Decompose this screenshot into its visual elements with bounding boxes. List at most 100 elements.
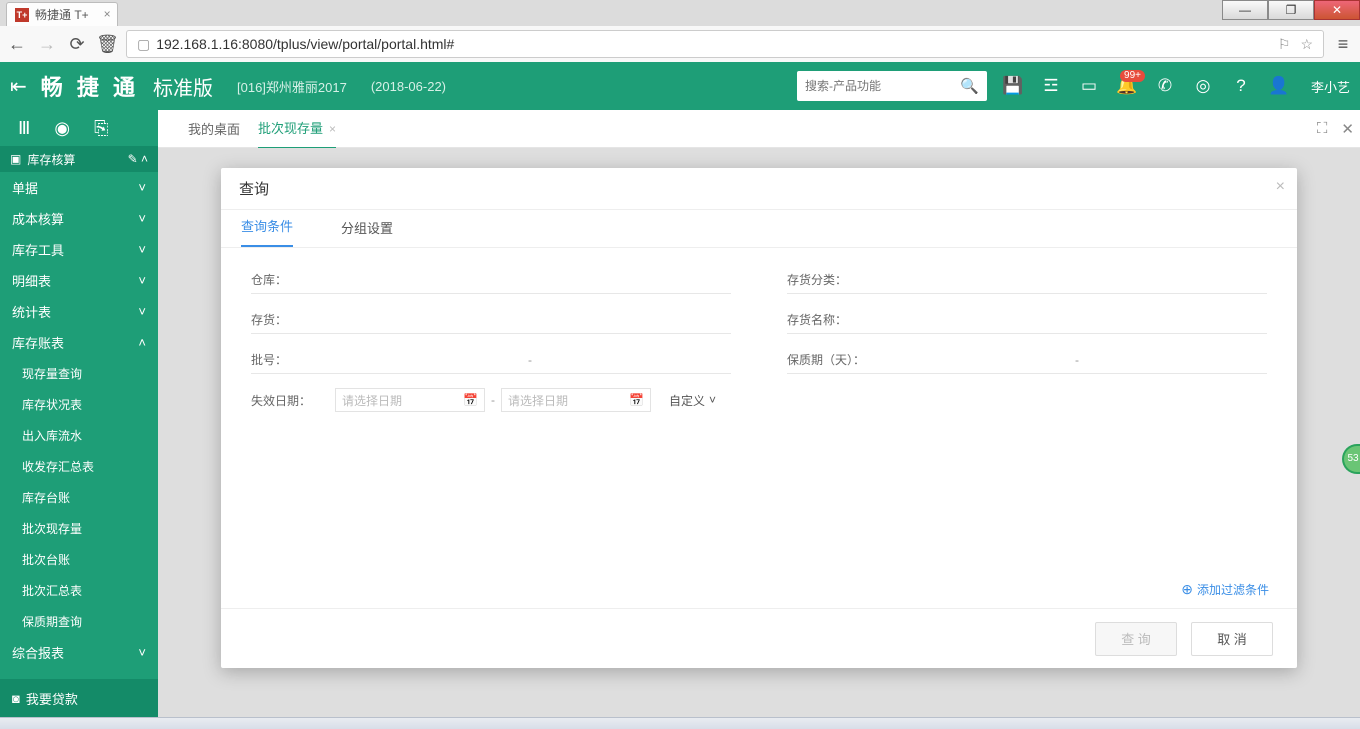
field-inv-class[interactable]: 存货分类： bbox=[787, 266, 1267, 294]
chevron-down-icon: ˅ bbox=[138, 242, 146, 257]
browser-chrome: T+ 畅捷通 T+ × — ❐ ✕ ← → ⟳ 🗑 ▢ 192.168.1.16… bbox=[0, 0, 1360, 62]
app-header: ⇤ 畅 捷 通 标准版 [016]郑州雅丽2017 (2018-06-22) 🔍… bbox=[0, 62, 1360, 110]
query-modal: 查询 × 查询条件 分组设置 仓库： 存货分类： 存货： 存货名称： 批号：- … bbox=[221, 168, 1297, 668]
sidebar-breadcrumb[interactable]: ▣ 库存核算 ✎ ˄ bbox=[0, 146, 158, 172]
notification-icon[interactable]: 🔔99+ bbox=[1115, 76, 1139, 96]
url-input[interactable]: ▢ 192.168.1.16:8080/tplus/view/portal/po… bbox=[126, 30, 1324, 58]
field-inventory[interactable]: 存货： bbox=[251, 306, 731, 334]
calendar-icon: 📅 bbox=[629, 393, 644, 407]
sidebar-sub-receive-summary[interactable]: 收发存汇总表 bbox=[0, 451, 158, 482]
star-icon[interactable]: ☆ bbox=[1300, 36, 1313, 53]
sidebar-item-stats[interactable]: 统计表˅ bbox=[0, 296, 158, 327]
page-icon: ▢ bbox=[137, 36, 150, 53]
modal-tabs: 查询条件 分组设置 bbox=[221, 210, 1297, 248]
sidebar-tool-columns-icon[interactable]: Ⅲ bbox=[18, 118, 30, 139]
tab-title: 畅捷通 T+ bbox=[35, 6, 89, 23]
sidebar-sub-in-out-flow[interactable]: 出入库流水 bbox=[0, 420, 158, 451]
search-input[interactable] bbox=[805, 79, 960, 93]
sidebar-sub-batch-ledger[interactable]: 批次台账 bbox=[0, 544, 158, 575]
plus-circle-icon: ⊕ bbox=[1181, 581, 1193, 598]
edition-label: 标准版 bbox=[153, 72, 213, 101]
bookmark-tag-icon[interactable]: ⚐ bbox=[1278, 36, 1291, 53]
sidebar: Ⅲ ◉ ⎘ ▣ 库存核算 ✎ ˄ 单据˅ 成本核算˅ 库存工具˅ 明细表˅ 统计… bbox=[0, 110, 158, 717]
header-date: (2018-06-22) bbox=[371, 79, 446, 94]
nav-reload-icon[interactable]: ⟳ bbox=[66, 34, 88, 55]
date-range-select[interactable]: 自定义˅ bbox=[669, 392, 716, 409]
menu-icon[interactable]: ≡ bbox=[1332, 34, 1354, 55]
modal-tab-conditions[interactable]: 查询条件 bbox=[241, 216, 293, 247]
search-box[interactable]: 🔍 bbox=[797, 71, 987, 101]
org-label: [016]郑州雅丽2017 bbox=[237, 77, 347, 96]
chevron-up-icon: ˄ bbox=[138, 335, 146, 350]
sidebar-sub-current-qty[interactable]: 现存量查询 bbox=[0, 358, 158, 389]
field-shelf-life[interactable]: 保质期（天）：- bbox=[787, 346, 1267, 374]
search-icon[interactable]: 🔍 bbox=[960, 77, 979, 95]
sidebar-item-reports[interactable]: 综合报表˅ bbox=[0, 637, 158, 668]
add-filter-button[interactable]: ⊕ 添加过滤条件 bbox=[1181, 581, 1269, 598]
page-tab-desktop[interactable]: 我的桌面 bbox=[188, 109, 240, 148]
sidebar-toolbar: Ⅲ ◉ ⎘ bbox=[0, 110, 158, 146]
window-restore-button[interactable]: ❐ bbox=[1268, 0, 1314, 20]
chevron-down-icon: ˅ bbox=[709, 393, 716, 407]
fullscreen-icon[interactable]: ⛶ bbox=[1317, 120, 1328, 137]
window-minimize-button[interactable]: — bbox=[1222, 0, 1268, 20]
modal-body: 仓库： 存货分类： 存货： 存货名称： 批号：- 保质期（天）：- 失效日期： … bbox=[221, 248, 1297, 608]
sidebar-sub-shelf-life[interactable]: 保质期查询 bbox=[0, 606, 158, 637]
tab-close-icon[interactable]: × bbox=[104, 7, 111, 21]
sidebar-item-accounts[interactable]: 库存账表˄ bbox=[0, 327, 158, 358]
sidebar-item-detail[interactable]: 明细表˅ bbox=[0, 265, 158, 296]
nav-collapse-icon[interactable]: ⇤ bbox=[10, 74, 27, 99]
modal-tab-group[interactable]: 分组设置 bbox=[341, 218, 393, 247]
camera-icon: ◙ bbox=[12, 691, 20, 706]
floating-bubble[interactable]: 53 bbox=[1342, 444, 1360, 474]
sidebar-tool-export-icon[interactable]: ⎘ bbox=[94, 118, 108, 139]
tab-close-icon[interactable]: × bbox=[329, 122, 336, 136]
nav-trash-icon[interactable]: 🗑 bbox=[96, 34, 118, 55]
breadcrumb-icon: ▣ bbox=[10, 152, 21, 166]
notification-badge: 99+ bbox=[1120, 70, 1145, 82]
window-controls: — ❐ ✕ bbox=[1222, 0, 1360, 20]
user-icon[interactable]: 👤 bbox=[1267, 76, 1291, 96]
sidebar-loan-button[interactable]: ◙我要贷款 bbox=[0, 679, 158, 717]
sidebar-sub-stock-status[interactable]: 库存状况表 bbox=[0, 389, 158, 420]
expiry-date-start[interactable]: 请选择日期📅 bbox=[335, 388, 485, 412]
location-icon[interactable]: ◎ bbox=[1191, 76, 1215, 96]
help-icon[interactable]: ? bbox=[1229, 76, 1253, 96]
expiry-date-end[interactable]: 请选择日期📅 bbox=[501, 388, 651, 412]
modal-close-icon[interactable]: × bbox=[1276, 178, 1285, 196]
canvas: 查询 × 查询条件 分组设置 仓库： 存货分类： 存货： 存货名称： 批号：- … bbox=[158, 148, 1360, 717]
nav-back-icon[interactable]: ← bbox=[6, 34, 28, 55]
main-area: 我的桌面 批次现存量× ⛶ ✕ 查询 × 查询条件 分组设置 bbox=[158, 110, 1360, 717]
field-warehouse[interactable]: 仓库： bbox=[251, 266, 731, 294]
query-button[interactable]: 查 询 bbox=[1095, 622, 1177, 656]
phone-icon[interactable]: ✆ bbox=[1153, 76, 1177, 96]
field-expiry-date: 失效日期： 请选择日期📅 - 请选择日期📅 自定义˅ bbox=[251, 386, 1267, 414]
chevron-down-icon: ˅ bbox=[138, 273, 146, 288]
sidebar-sub-stock-ledger[interactable]: 库存台账 bbox=[0, 482, 158, 513]
cancel-button[interactable]: 取 消 bbox=[1191, 622, 1273, 656]
url-text: 192.168.1.16:8080/tplus/view/portal/port… bbox=[156, 36, 454, 52]
sidebar-tool-search-icon[interactable]: ◉ bbox=[54, 118, 70, 139]
settings-sliders-icon[interactable]: ☲ bbox=[1039, 76, 1063, 96]
sidebar-sub-batch-summary[interactable]: 批次汇总表 bbox=[0, 575, 158, 606]
browser-tab[interactable]: T+ 畅捷通 T+ × bbox=[6, 2, 118, 26]
modal-title: 查询 bbox=[239, 178, 269, 199]
sidebar-item-documents[interactable]: 单据˅ bbox=[0, 172, 158, 203]
browser-tab-bar: T+ 畅捷通 T+ × — ❐ ✕ bbox=[0, 0, 1360, 26]
user-name[interactable]: 李小艺 bbox=[1311, 77, 1350, 96]
save-icon[interactable]: 💾 bbox=[1001, 76, 1025, 96]
field-inv-name[interactable]: 存货名称： bbox=[787, 306, 1267, 334]
field-batch[interactable]: 批号：- bbox=[251, 346, 731, 374]
sidebar-sub-batch-qty[interactable]: 批次现存量 bbox=[0, 513, 158, 544]
breadcrumb-pin-icon[interactable]: ✎ ˄ bbox=[128, 152, 148, 166]
page-tab-batch-qty[interactable]: 批次现存量× bbox=[258, 108, 336, 149]
chevron-down-icon: ˅ bbox=[138, 304, 146, 319]
brand-logo: 畅 捷 通 bbox=[41, 70, 139, 102]
sidebar-item-tools[interactable]: 库存工具˅ bbox=[0, 234, 158, 265]
nav-forward-icon[interactable]: → bbox=[36, 34, 58, 55]
chevron-down-icon: ˅ bbox=[138, 645, 146, 660]
window-close-button[interactable]: ✕ bbox=[1314, 0, 1360, 20]
page-close-icon[interactable]: ✕ bbox=[1341, 120, 1354, 138]
message-icon[interactable]: ▭ bbox=[1077, 76, 1101, 96]
sidebar-item-cost[interactable]: 成本核算˅ bbox=[0, 203, 158, 234]
